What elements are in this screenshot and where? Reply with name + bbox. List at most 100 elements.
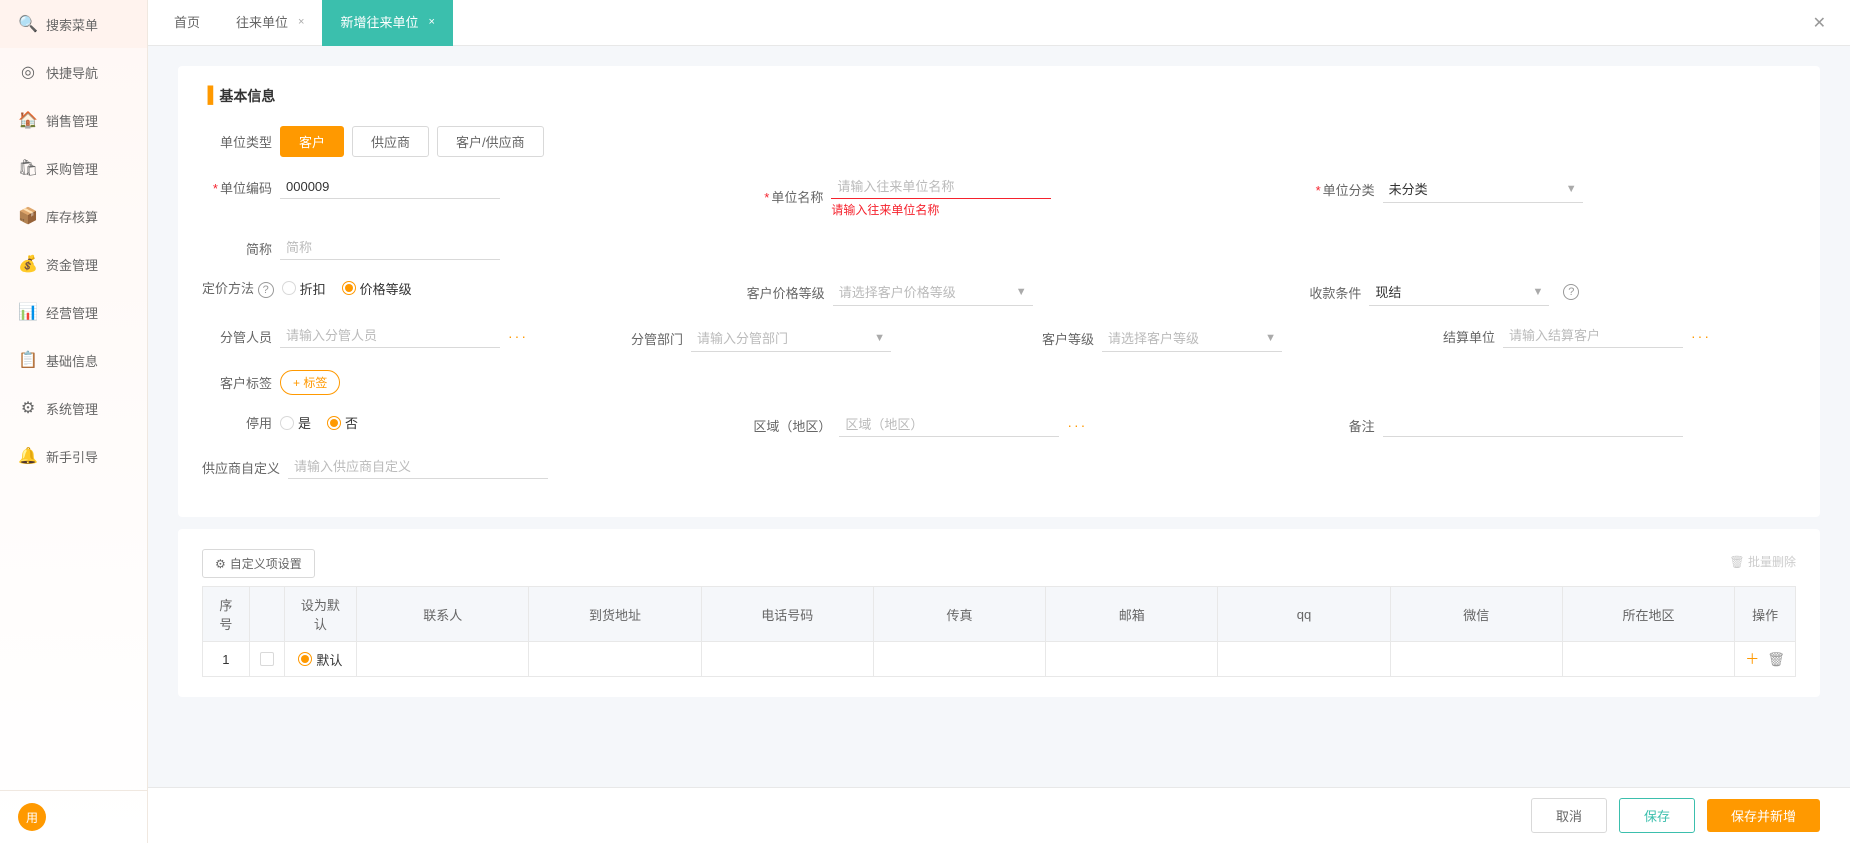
price-level-select[interactable]: 请选择客户价格等级 ▼ bbox=[833, 278, 1033, 306]
sidebar-item-basic[interactable]: 📋 基础信息 bbox=[0, 336, 147, 384]
region-more-icon[interactable]: ··· bbox=[1067, 417, 1087, 433]
sidebar-item-quicknav[interactable]: ◎ 快捷导航 bbox=[0, 48, 147, 96]
batch-delete-button[interactable]: 🗑 批量删除 bbox=[1729, 553, 1796, 570]
row-qq[interactable] bbox=[1218, 642, 1390, 677]
guide-icon: 🔔 bbox=[18, 446, 38, 466]
row-add-icon[interactable]: ＋ bbox=[1745, 649, 1759, 669]
manager-more-icon[interactable]: ··· bbox=[508, 328, 528, 344]
pricing-discount-radio[interactable]: 折扣 bbox=[282, 279, 326, 298]
custom-settings-button[interactable]: ⚙ 自定义项设置 bbox=[202, 549, 315, 578]
dept-field: 分管部门 请输入分管部门 ▼ bbox=[613, 324, 984, 352]
row-delete-icon[interactable]: 🗑 bbox=[1767, 651, 1785, 668]
row-wechat-input[interactable] bbox=[1401, 653, 1552, 667]
sidebar-item-label: 基础信息 bbox=[46, 351, 98, 370]
dept-select[interactable]: 请输入分管部门 ▼ bbox=[691, 324, 891, 352]
type-btn-supplier[interactable]: 供应商 bbox=[352, 126, 429, 157]
row-wechat[interactable] bbox=[1390, 642, 1562, 677]
row-address-input[interactable] bbox=[539, 653, 690, 667]
col-address: 到货地址 bbox=[529, 587, 701, 642]
tab-partners[interactable]: 往来单位 × bbox=[218, 0, 322, 46]
row-email-input[interactable] bbox=[1056, 653, 1207, 667]
category-field: *单位分类 未分类 ▼ bbox=[1305, 175, 1796, 203]
col-email: 邮箱 bbox=[1046, 587, 1218, 642]
sidebar-item-label: 经营管理 bbox=[46, 303, 98, 322]
row-contact-input[interactable] bbox=[367, 653, 518, 667]
footer-bar: 取消 保存 保存并新增 bbox=[148, 787, 1850, 843]
type-btn-customer[interactable]: 客户 bbox=[280, 126, 344, 157]
dept-label: 分管部门 bbox=[613, 329, 683, 348]
sidebar-item-sales[interactable]: 🏠 销售管理 bbox=[0, 96, 147, 144]
row-checkbox[interactable] bbox=[260, 652, 274, 666]
abbr-input[interactable] bbox=[280, 236, 500, 260]
save-new-button[interactable]: 保存并新增 bbox=[1707, 799, 1820, 832]
tab-new-partner-close[interactable]: × bbox=[428, 16, 434, 28]
payment-help-icon[interactable]: ? bbox=[1563, 284, 1579, 300]
row-fax[interactable] bbox=[873, 642, 1045, 677]
code-name-category-row: *单位编码 *单位名称 请输入往来单位名称 *单位分类 bbox=[202, 175, 1796, 218]
row-region[interactable] bbox=[1562, 642, 1734, 677]
pricing-help-icon[interactable]: ? bbox=[258, 282, 274, 298]
region-input[interactable] bbox=[839, 413, 1059, 437]
window-close-button[interactable]: ✕ bbox=[1797, 13, 1842, 33]
pricing-label: 定价方法 ? bbox=[202, 278, 274, 298]
type-btn-both[interactable]: 客户/供应商 bbox=[437, 126, 544, 157]
stop-field: 停用 是 否 bbox=[202, 413, 693, 432]
stop-yes-radio[interactable]: 是 bbox=[280, 413, 311, 432]
sidebar-item-inventory[interactable]: 📦 库存核算 bbox=[0, 192, 147, 240]
sidebar-bottom: 用 bbox=[0, 790, 147, 843]
sidebar-item-operation[interactable]: 📊 经营管理 bbox=[0, 288, 147, 336]
name-field: *单位名称 请输入往来单位名称 bbox=[753, 175, 1244, 218]
manager-input[interactable] bbox=[280, 324, 500, 348]
category-select[interactable]: 未分类 ▼ bbox=[1383, 175, 1583, 203]
basic-icon: 📋 bbox=[18, 350, 38, 370]
row-phone-input[interactable] bbox=[712, 653, 863, 667]
save-button[interactable]: 保存 bbox=[1619, 798, 1695, 833]
settlement-input[interactable] bbox=[1503, 324, 1683, 348]
tag-row: 客户标签 + 标签 bbox=[202, 370, 1796, 395]
settlement-more-icon[interactable]: ··· bbox=[1691, 328, 1711, 344]
manager-row: 分管人员 ··· 分管部门 请输入分管部门 ▼ 客户等级 请选择客户等级 ▼ bbox=[202, 324, 1796, 352]
row-qq-input[interactable] bbox=[1228, 653, 1379, 667]
sidebar-item-guide[interactable]: 🔔 新手引导 bbox=[0, 432, 147, 480]
stop-yes-circle bbox=[280, 416, 294, 430]
tab-home[interactable]: 首页 bbox=[156, 0, 218, 46]
tab-partners-close[interactable]: × bbox=[298, 16, 304, 28]
row-contact[interactable] bbox=[357, 642, 529, 677]
sidebar-item-label: 搜索菜单 bbox=[46, 15, 98, 34]
unit-type-button-group: 客户 供应商 客户/供应商 bbox=[280, 126, 544, 157]
gear-icon: ⚙ bbox=[215, 557, 226, 571]
code-label: *单位编码 bbox=[202, 178, 272, 197]
remark-input[interactable] bbox=[1383, 413, 1683, 437]
customer-level-select[interactable]: 请选择客户等级 ▼ bbox=[1102, 324, 1282, 352]
code-input[interactable] bbox=[280, 175, 500, 199]
supplier-custom-input[interactable] bbox=[288, 455, 548, 479]
table-row: 1 默认 bbox=[203, 642, 1796, 677]
name-input[interactable] bbox=[831, 175, 1051, 199]
stop-no-radio[interactable]: 否 bbox=[327, 413, 358, 432]
sidebar-item-purchase[interactable]: 🛍 采购管理 bbox=[0, 144, 147, 192]
sidebar-item-search[interactable]: 🔍 搜索菜单 bbox=[0, 0, 147, 48]
page-content: ▐ 基本信息 单位类型 客户 供应商 客户/供应商 *单位编 bbox=[148, 46, 1850, 843]
row-region-input[interactable] bbox=[1573, 653, 1724, 667]
customer-level-label: 客户等级 bbox=[1024, 329, 1094, 348]
col-qq: qq bbox=[1218, 587, 1390, 642]
sidebar-item-finance[interactable]: 💰 资金管理 bbox=[0, 240, 147, 288]
cancel-button[interactable]: 取消 bbox=[1531, 798, 1607, 833]
tab-new-partner[interactable]: 新增往来单位 × bbox=[322, 0, 452, 46]
add-tag-button[interactable]: + 标签 bbox=[280, 370, 340, 395]
sidebar-item-label: 资金管理 bbox=[46, 255, 98, 274]
row-email[interactable] bbox=[1046, 642, 1218, 677]
abbr-field: 简称 bbox=[202, 236, 1796, 260]
row-fax-input[interactable] bbox=[884, 653, 1035, 667]
row-phone[interactable] bbox=[701, 642, 873, 677]
operation-icon: 📊 bbox=[18, 302, 38, 322]
pricing-row: 定价方法 ? 折扣 价格等级 客户 bbox=[202, 278, 1796, 306]
sidebar-item-label: 库存核算 bbox=[46, 207, 98, 226]
sidebar-item-system[interactable]: ⚙ 系统管理 bbox=[0, 384, 147, 432]
row-default-radio[interactable]: 默认 bbox=[295, 650, 346, 669]
col-phone: 电话号码 bbox=[701, 587, 873, 642]
row-address[interactable] bbox=[529, 642, 701, 677]
payment-select[interactable]: 现结 ▼ bbox=[1369, 278, 1549, 306]
pricing-level-radio[interactable]: 价格等级 bbox=[342, 279, 412, 298]
tab-new-partner-label: 新增往来单位 bbox=[340, 12, 418, 31]
